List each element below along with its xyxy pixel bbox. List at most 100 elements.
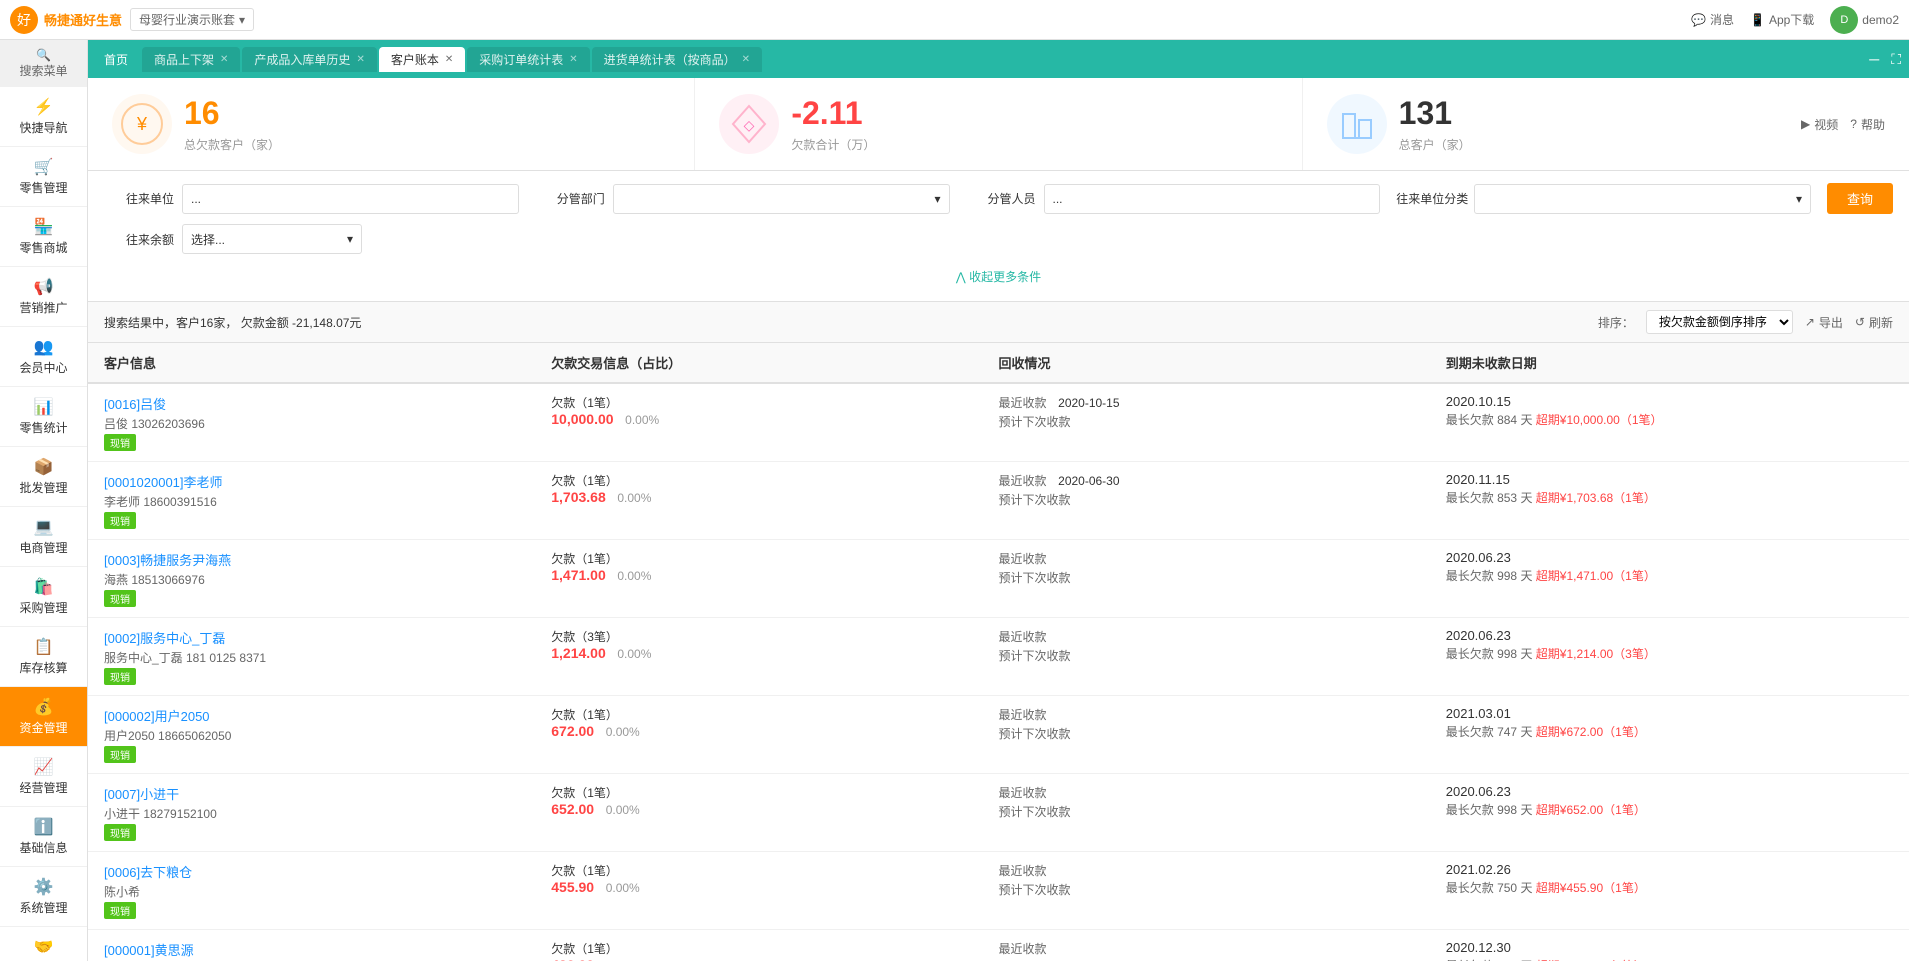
debt-count-6: 欠款（1笔） <box>551 862 639 879</box>
tab-goods-close[interactable]: ✕ <box>220 54 228 65</box>
table-row: [000001]黄思源 黄思源 13552700226 现销 欠款（1笔） 42… <box>88 930 1909 961</box>
debt-count-3: 欠款（3笔） <box>551 628 651 645</box>
overdue-amount-1[interactable]: 超期¥1,703.68（1笔） <box>1536 491 1656 505</box>
overdue-amount-5[interactable]: 超期¥652.00（1笔） <box>1536 803 1646 817</box>
cell-due-7: 2020.12.30 最长欠款 808 天 超期¥429.00（1笔） <box>1446 940 1893 961</box>
sidebar-item-member[interactable]: 👥 会员中心 <box>0 327 87 387</box>
sidebar-item-inventory[interactable]: 📋 库存核算 <box>0 627 87 687</box>
customer-contact-5: 小进干 18279152100 <box>104 805 551 822</box>
tab-home[interactable]: 首页 <box>92 47 140 72</box>
sidebar-search[interactable]: 🔍 搜索菜单 <box>0 40 87 87</box>
filter-dept: 分管部门 ▾ <box>535 184 950 214</box>
recent-collect-label-1: 最近收款 <box>999 474 1047 488</box>
sort-select[interactable]: 按欠款金额倒序排序 <box>1646 310 1793 334</box>
customer-id-0[interactable]: [0016]吕俊 <box>104 394 551 413</box>
query-button[interactable]: 查询 <box>1827 183 1893 214</box>
debt-amount-3[interactable]: 1,214.00 <box>551 645 606 661</box>
customer-id-3[interactable]: [0002]服务中心_丁磊 <box>104 628 551 647</box>
cell-debt-5: 欠款（1笔） 652.00 0.00% <box>551 784 998 817</box>
overdue-amount-3[interactable]: 超期¥1,214.00（3笔） <box>1536 647 1656 661</box>
tab-maximize-button[interactable]: ⛶ <box>1887 49 1905 70</box>
tab-produce-label: 产成品入库单历史 <box>254 51 350 68</box>
sidebar-item-retail-store[interactable]: 🏪 零售商城 <box>0 207 87 267</box>
cell-due-6: 2021.02.26 最长欠款 750 天 超期¥455.90（1笔） <box>1446 862 1893 896</box>
next-collect-0: 预计下次收款 <box>999 413 1446 430</box>
user-profile[interactable]: D demo2 <box>1830 6 1899 34</box>
tab-purchase-stats[interactable]: 采购订单统计表 ✕ <box>467 47 589 72</box>
help-action[interactable]: ? 帮助 <box>1850 116 1885 133</box>
sidebar-item-enterprise-collab[interactable]: 🤝 企业协同 <box>0 927 87 961</box>
customer-id-6[interactable]: [0006]去下粮仓 <box>104 862 551 881</box>
tab-goods-label: 商品上下架 <box>154 51 214 68</box>
cell-customer-6: [0006]去下粮仓 陈小希 现销 <box>104 862 551 919</box>
sidebar-item-quick-nav[interactable]: ⚡ 快捷导航 <box>0 87 87 147</box>
customer-id-5[interactable]: [0007]小进干 <box>104 784 551 803</box>
sidebar-item-system[interactable]: ⚙️ 系统管理 <box>0 867 87 927</box>
tab-customer-close[interactable]: ✕ <box>445 54 453 65</box>
overdue-info-6: 最长欠款 750 天 超期¥455.90（1笔） <box>1446 879 1893 896</box>
person-input[interactable]: ... <box>1044 184 1381 214</box>
refresh-action[interactable]: ↺ 刷新 <box>1855 314 1893 331</box>
tab-produce-history[interactable]: 产成品入库单历史 ✕ <box>242 47 376 72</box>
balance-select[interactable]: 选择... ▾ <box>182 224 362 254</box>
sidebar-item-purchase[interactable]: 🛍️ 采购管理 <box>0 567 87 627</box>
tab-purchase-product[interactable]: 进货单统计表（按商品） ✕ <box>592 47 762 72</box>
debt-amount-2[interactable]: 1,471.00 <box>551 567 606 583</box>
debt-amount-5[interactable]: 652.00 <box>551 801 594 817</box>
stat-value-debt-total: -2.11 <box>791 95 875 132</box>
customer-id-4[interactable]: [000002]用户2050 <box>104 706 551 725</box>
sidebar-item-ecommerce[interactable]: 💻 电商管理 <box>0 507 87 567</box>
sidebar-item-finance[interactable]: 💰 资金管理 <box>0 687 87 747</box>
debt-amount-6[interactable]: 455.90 <box>551 879 594 895</box>
customer-contact-4: 用户2050 18665062050 <box>104 727 551 744</box>
video-action[interactable]: ▶ 视频 <box>1801 116 1838 133</box>
tab-goods-manage[interactable]: 商品上下架 ✕ <box>142 47 240 72</box>
tab-purchase-product-close[interactable]: ✕ <box>742 54 750 65</box>
store-name: 母婴行业演示账套 <box>139 11 235 28</box>
debt-amount-4[interactable]: 672.00 <box>551 723 594 739</box>
sidebar-item-operation[interactable]: 📈 经营管理 <box>0 747 87 807</box>
export-action[interactable]: ↗ 导出 <box>1805 314 1843 331</box>
debt-amount-7[interactable]: 429.00 <box>551 957 594 961</box>
svg-text:¥: ¥ <box>136 114 148 134</box>
app-download-button[interactable]: 📱 App下载 <box>1750 11 1814 28</box>
overdue-amount-6[interactable]: 超期¥455.90（1笔） <box>1536 881 1646 895</box>
stat-card-debt-total: ◇ -2.11 欠款合计（万） <box>695 78 1302 170</box>
debt-amount-1[interactable]: 1,703.68 <box>551 489 606 505</box>
next-collect-1: 预计下次收款 <box>999 491 1446 508</box>
tab-produce-close[interactable]: ✕ <box>356 54 364 65</box>
logo-text: 畅捷通好生意 <box>44 10 122 29</box>
customer-tag-0: 现销 <box>104 434 136 451</box>
overdue-amount-0[interactable]: 超期¥10,000.00（1笔） <box>1536 413 1663 427</box>
store-selector[interactable]: 母婴行业演示账套 ▾ <box>130 8 254 31</box>
overdue-amount-4[interactable]: 超期¥672.00（1笔） <box>1536 725 1646 739</box>
stat-label-total-customers: 总客户（家） <box>1399 136 1471 153</box>
recent-collect-date-1: 2020-06-30 <box>1058 474 1119 488</box>
supplier-input[interactable]: ... <box>182 184 519 214</box>
collapse-row[interactable]: ⋀ 收起更多条件 <box>104 264 1893 289</box>
dots-icon: ... <box>1053 192 1063 206</box>
customer-id-2[interactable]: [0003]畅捷服务尹海燕 <box>104 550 551 569</box>
message-button[interactable]: 💬 消息 <box>1691 11 1734 28</box>
top-bar-left: 好 畅捷通好生意 母婴行业演示账套 ▾ <box>10 6 254 34</box>
category-select[interactable]: ▾ <box>1474 184 1811 214</box>
sidebar-item-retail-manage[interactable]: 🛒 零售管理 <box>0 147 87 207</box>
sidebar-item-batch-manage[interactable]: 📦 批发管理 <box>0 447 87 507</box>
debt-amount-0[interactable]: 10,000.00 <box>551 411 613 427</box>
sidebar-item-retail-stats[interactable]: 📊 零售统计 <box>0 387 87 447</box>
customer-id-1[interactable]: [0001020001]李老师 <box>104 472 551 491</box>
sidebar-item-label: 库存核算 <box>19 659 67 676</box>
customer-id-7[interactable]: [000001]黄思源 <box>104 940 551 959</box>
dept-select[interactable]: ▾ <box>613 184 950 214</box>
cell-debt-3: 欠款（3笔） 1,214.00 0.00% <box>551 628 998 661</box>
tab-customer-account[interactable]: 客户账本 ✕ <box>379 47 465 72</box>
overdue-amount-2[interactable]: 超期¥1,471.00（1笔） <box>1536 569 1656 583</box>
tab-purchase-close[interactable]: ✕ <box>569 54 577 65</box>
cell-customer-3: [0002]服务中心_丁磊 服务中心_丁磊 181 0125 8371 现销 <box>104 628 551 685</box>
tab-minimize-button[interactable]: ─ <box>1865 49 1883 69</box>
recent-collect-date-0: 2020-10-15 <box>1058 396 1119 410</box>
sidebar-item-marketing[interactable]: 📢 营销推广 <box>0 267 87 327</box>
mobile-icon: 📱 <box>1750 13 1765 27</box>
sidebar-item-basic-info[interactable]: ℹ️ 基础信息 <box>0 807 87 867</box>
ecommerce-icon: 💻 <box>34 517 54 537</box>
